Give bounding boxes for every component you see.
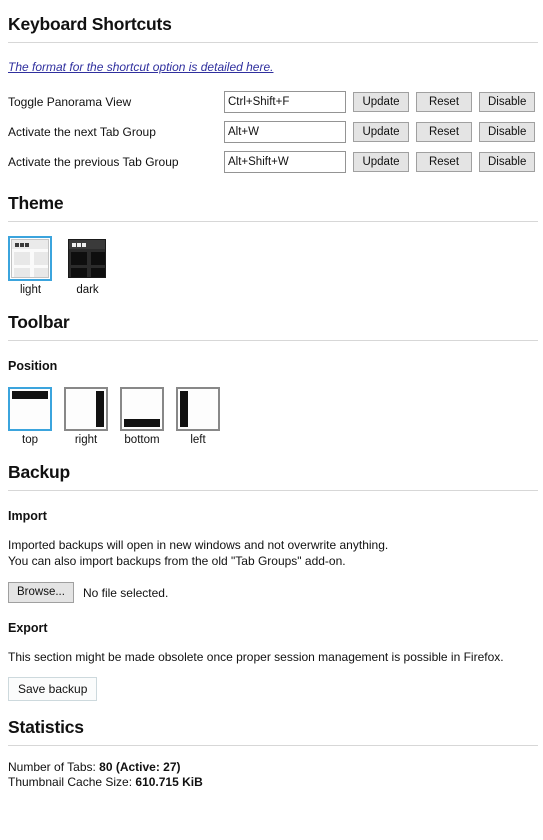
stat-label: Thumbnail Cache Size: [8,775,136,789]
import-description: Imported backups will open in new window… [8,537,535,569]
preview-dot-icon [77,243,81,247]
shortcut-row: Activate the next Tab Group Update Reset… [8,117,535,147]
position-option-label: bottom [124,434,160,446]
save-backup-button[interactable]: Save backup [8,677,98,701]
stat-value: 80 (Active: 27) [99,760,181,774]
toolbar-heading: Toolbar [8,312,70,332]
preview-tile [34,252,48,265]
export-description: This section might be made obsolete once… [8,650,504,664]
position-option-right[interactable]: right [64,387,108,446]
theme-option-dark[interactable]: dark [65,236,110,296]
position-thumbnail-right[interactable] [64,387,108,431]
dark-theme-preview-icon [68,239,106,278]
position-option-list: top right bottom left [8,387,535,446]
divider-keyboard-shortcuts [8,42,538,43]
preview-dot-icon [82,243,86,247]
stat-number-of-tabs: Number of Tabs: 80 (Active: 27) [8,760,535,775]
stat-value: 610.715 KiB [135,775,203,789]
preview-tile [14,268,30,277]
shortcut-disable-button[interactable]: Disable [479,152,535,172]
shortcut-input[interactable] [224,91,346,113]
preview-tile [34,268,48,277]
preview-dot-icon [20,243,24,247]
import-heading: Import [8,509,47,523]
light-theme-preview-icon [11,239,49,278]
shortcut-label: Activate the next Tab Group [8,125,156,139]
shortcut-reset-button[interactable]: Reset [416,92,472,112]
position-thumbnail-bottom[interactable] [120,387,164,431]
stat-thumbnail-cache-size: Thumbnail Cache Size: 610.715 KiB [8,775,535,790]
shortcut-disable-button[interactable]: Disable [479,92,535,112]
statistics-heading: Statistics [8,717,84,737]
browse-button[interactable]: Browse... [8,582,74,603]
shortcut-list: Toggle Panorama View Update Reset Disabl… [8,87,535,177]
stat-label: Number of Tabs: [8,760,100,774]
options-page: Keyboard Shortcuts The format for the sh… [0,0,543,790]
preview-tile [91,252,105,265]
position-option-left[interactable]: left [176,387,220,446]
position-option-bottom[interactable]: bottom [120,387,164,446]
export-heading: Export [8,621,48,635]
page-title: Keyboard Shortcuts [8,14,172,34]
preview-tile [71,252,87,265]
theme-option-label: dark [76,284,99,296]
position-thumbnail-top[interactable] [8,387,52,431]
preview-dot-icon [72,243,76,247]
position-option-label: top [22,434,38,446]
position-heading: Position [8,359,58,373]
position-option-label: right [74,434,98,446]
preview-dot-icon [15,243,19,247]
shortcut-update-button[interactable]: Update [353,92,409,112]
shortcut-reset-button[interactable]: Reset [416,122,472,142]
position-option-top[interactable]: top [8,387,52,446]
divider-theme [8,221,538,222]
shortcut-disable-button[interactable]: Disable [479,122,535,142]
theme-option-label: light [19,284,42,296]
shortcut-label: Activate the previous Tab Group [8,155,179,169]
import-description-line1: Imported backups will open in new window… [8,538,389,552]
preview-tile [91,268,105,277]
statistics-list: Number of Tabs: 80 (Active: 27) Thumbnai… [8,760,535,790]
divider-statistics [8,745,538,746]
import-file-row: Browse... No file selected. [8,582,535,603]
position-thumbnail-left[interactable] [176,387,220,431]
shortcut-label: Toggle Panorama View [8,95,132,109]
preview-tile [14,252,30,265]
shortcut-format-doc-link[interactable]: The format for the shortcut option is de… [8,60,273,74]
shortcut-input[interactable] [224,151,346,173]
import-description-line2: You can also import backups from the old… [8,554,346,568]
shortcut-reset-button[interactable]: Reset [416,152,472,172]
theme-heading: Theme [8,193,64,213]
shortcut-update-button[interactable]: Update [353,122,409,142]
preview-tile [71,268,87,277]
shortcut-row: Activate the previous Tab Group Update R… [8,147,535,177]
toolbar-left-icon [180,391,188,427]
theme-thumbnail-light[interactable] [8,236,52,281]
file-status-label: No file selected. [82,585,169,600]
theme-thumbnail-dark[interactable] [65,236,109,281]
shortcut-row: Toggle Panorama View Update Reset Disabl… [8,87,535,117]
toolbar-bottom-icon [124,419,160,427]
backup-heading: Backup [8,462,71,482]
shortcut-update-button[interactable]: Update [353,152,409,172]
preview-dot-icon [25,243,29,247]
theme-option-light[interactable]: light [8,236,53,296]
theme-option-list: light dark [8,236,535,296]
position-option-label: left [190,434,206,446]
toolbar-top-icon [12,391,48,399]
shortcut-input[interactable] [224,121,346,143]
toolbar-right-icon [96,391,104,427]
